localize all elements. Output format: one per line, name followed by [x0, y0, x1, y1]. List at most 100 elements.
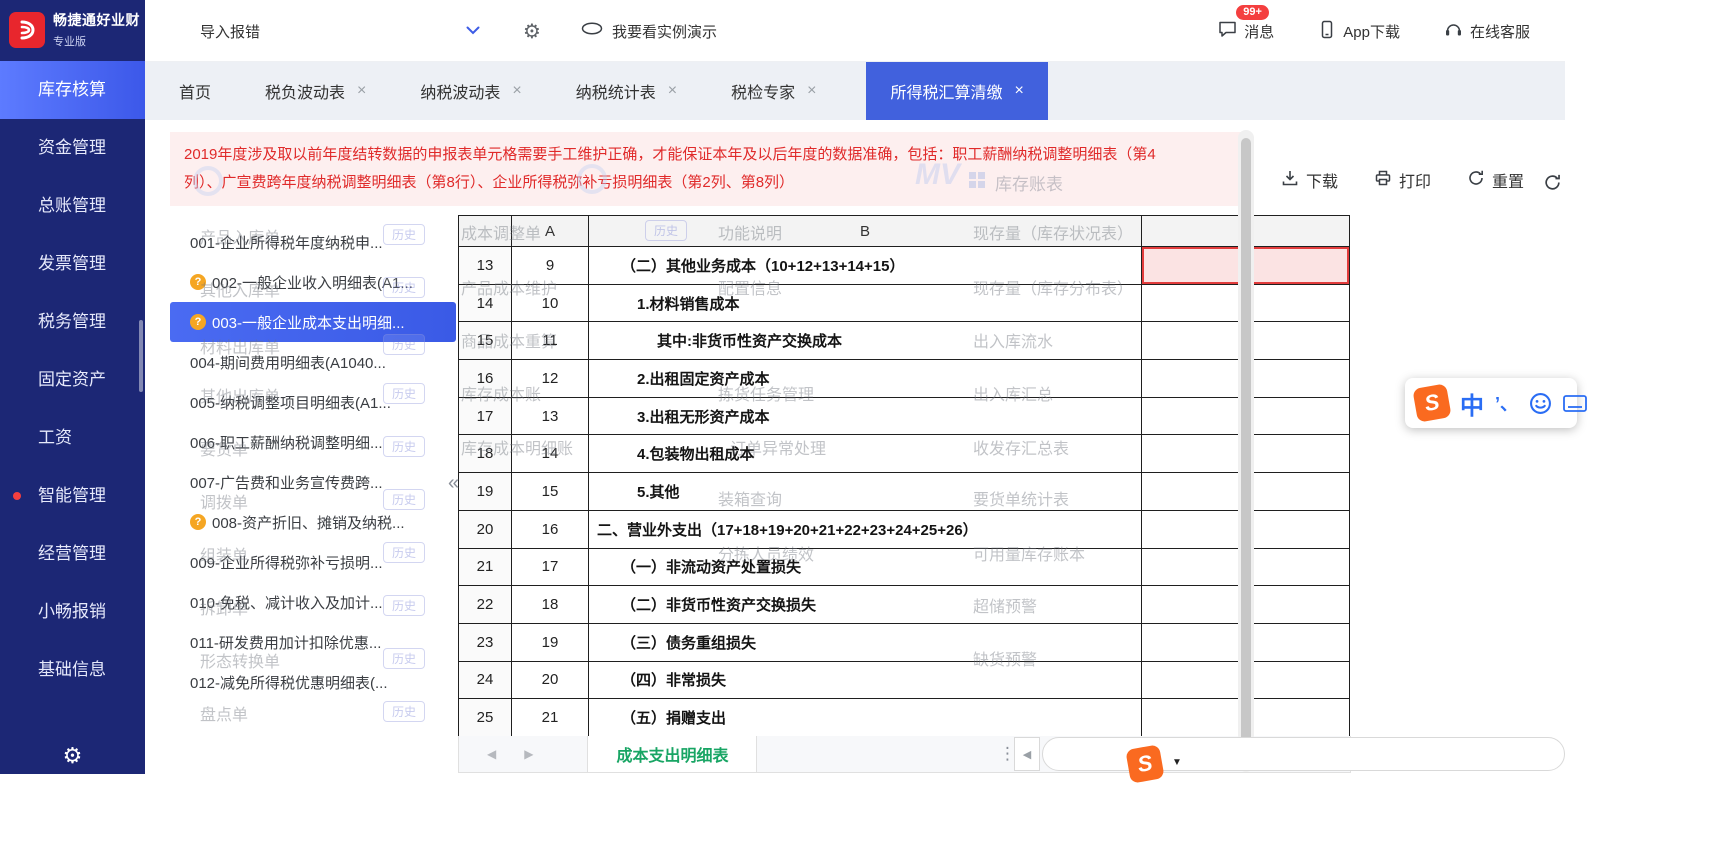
- hscroll-track[interactable]: [1042, 737, 1565, 771]
- input-method-toolbar[interactable]: S 中 ’、: [1405, 378, 1587, 428]
- gear-icon[interactable]: ⚙: [523, 0, 541, 62]
- row-number: 13: [459, 247, 512, 285]
- sidebar-item[interactable]: 工资: [0, 409, 145, 467]
- form-list-item[interactable]: 004-期间费用明细表(A1040...: [170, 342, 456, 382]
- tab-close-icon[interactable]: ×: [668, 82, 677, 100]
- tab[interactable]: 纳税波动表 ×: [416, 62, 525, 120]
- refresh-icon[interactable]: [1543, 173, 1562, 197]
- label-cell[interactable]: （二）非货币性资产交换损失: [589, 586, 1142, 624]
- ime-emoji-icon[interactable]: [1529, 392, 1552, 415]
- column-header-b[interactable]: B: [589, 216, 1142, 247]
- label-cell[interactable]: （二）其他业务成本（10+12+13+14+15）: [589, 247, 1142, 285]
- seq-cell[interactable]: 11: [512, 322, 589, 361]
- label-cell[interactable]: 4.包装物出租成本: [589, 435, 1142, 474]
- label-cell[interactable]: 二、营业外支出（17+18+19+20+21+22+23+24+25+26）: [589, 510, 1142, 549]
- sidebar-item[interactable]: 基础信息: [0, 641, 145, 699]
- label-cell[interactable]: 3.出租无形资产成本: [589, 397, 1142, 436]
- seq-cell[interactable]: 21: [512, 699, 589, 737]
- help-icon[interactable]: ?: [190, 274, 206, 290]
- sheet-prev-icon[interactable]: ◀: [487, 747, 496, 761]
- form-list-item[interactable]: 010-免税、减计收入及加计...: [170, 582, 456, 622]
- form-list-item[interactable]: 001-企业所得税年度纳税申...: [170, 222, 456, 262]
- label-cell[interactable]: （四）非常损失: [589, 661, 1142, 700]
- seq-cell[interactable]: 13: [512, 397, 589, 436]
- sidebar-item[interactable]: 发票管理: [0, 235, 145, 293]
- sidebar-item[interactable]: 经营管理: [0, 525, 145, 583]
- seq-cell[interactable]: 10: [512, 284, 589, 323]
- ime-language-icon[interactable]: 中: [1460, 386, 1484, 421]
- seq-cell[interactable]: 15: [512, 473, 589, 511]
- sogou-logo-icon[interactable]: S: [1412, 383, 1452, 423]
- label-cell[interactable]: （三）债务重组损失: [589, 623, 1142, 662]
- label-cell[interactable]: （五）捐赠支出: [589, 699, 1142, 737]
- form-list-item[interactable]: ? 008-资产折旧、摊销及纳税...: [170, 502, 456, 542]
- sidebar-item[interactable]: 固定资产: [0, 351, 145, 409]
- seq-cell[interactable]: 16: [512, 510, 589, 549]
- sidebar-item[interactable]: 总账管理: [0, 177, 145, 235]
- download-button[interactable]: 下载: [1281, 168, 1338, 192]
- ime-punctuation-icon[interactable]: ’、: [1495, 390, 1518, 416]
- form-list-item[interactable]: 009-企业所得税弥补亏损明...: [170, 542, 456, 582]
- seq-cell[interactable]: 17: [512, 548, 589, 587]
- sidebar-item[interactable]: 税务管理: [0, 293, 145, 351]
- demo-link[interactable]: 我要看实例演示: [581, 0, 717, 62]
- seq-cell[interactable]: 12: [512, 360, 589, 398]
- row-number: 21: [459, 548, 512, 587]
- tab[interactable]: 首页: [175, 62, 215, 120]
- form-list-item[interactable]: 005-纳税调整项目明细表(A1...: [170, 382, 456, 422]
- label-cell[interactable]: 2.出租固定资产成本: [589, 360, 1142, 398]
- help-icon[interactable]: ?: [190, 514, 206, 530]
- seq-cell[interactable]: 19: [512, 623, 589, 662]
- seq-cell[interactable]: 20: [512, 661, 589, 700]
- seq-cell[interactable]: 9: [512, 247, 589, 285]
- vertical-scrollbar-thumb[interactable]: [1241, 138, 1251, 744]
- help-icon[interactable]: ?: [190, 314, 206, 330]
- sheet-tab[interactable]: 成本支出明细表: [587, 736, 758, 772]
- sidebar-item[interactable]: 小畅报销: [0, 583, 145, 641]
- form-list-item[interactable]: ? 003-一般企业成本支出明细...: [170, 302, 456, 342]
- label-cell[interactable]: 5.其他: [589, 473, 1142, 511]
- sidebar-item[interactable]: 库存核算: [0, 61, 145, 119]
- download-label: 下载: [1306, 174, 1339, 191]
- form-list-item[interactable]: 011-研发费用加计扣除优惠...: [170, 622, 456, 662]
- sheet-next-icon[interactable]: ▶: [524, 747, 533, 761]
- seq-cell[interactable]: 14: [512, 435, 589, 474]
- table-row: 21 17 （一）非流动资产处置损失: [459, 548, 1350, 587]
- form-list-item[interactable]: ? 002-一般企业收入明细表(A1...: [170, 262, 456, 302]
- settings-gear-icon[interactable]: ⚙: [0, 743, 145, 769]
- sidebar-item[interactable]: 智能管理: [0, 467, 145, 525]
- online-service-button[interactable]: 在线客服: [1444, 20, 1530, 42]
- tab[interactable]: 所得税汇算清缴 ×: [866, 62, 1048, 120]
- sidebar-scrollbar[interactable]: [139, 320, 143, 392]
- messages-label: 消息: [1244, 23, 1275, 41]
- print-button[interactable]: 打印: [1374, 168, 1431, 192]
- messages-button[interactable]: 99+ 消息: [1218, 5, 1275, 42]
- label-cell[interactable]: （一）非流动资产处置损失: [589, 548, 1142, 587]
- reset-button[interactable]: 重置: [1467, 168, 1524, 192]
- column-header-a[interactable]: A: [512, 216, 589, 247]
- sogou-logo-icon[interactable]: S: [1125, 744, 1165, 784]
- label-cell[interactable]: 1.材料销售成本: [589, 284, 1142, 323]
- tab-close-icon[interactable]: ×: [1014, 82, 1023, 100]
- tab[interactable]: 税检专家 ×: [727, 62, 820, 120]
- collapse-panel-icon[interactable]: «: [448, 472, 459, 495]
- form-list-item[interactable]: 012-减免所得税优惠明细表(...: [170, 662, 456, 702]
- form-list-item[interactable]: 006-职工薪酬纳税调整明细...: [170, 422, 456, 462]
- app-download-button[interactable]: App下载: [1318, 20, 1400, 43]
- seq-cell[interactable]: 18: [512, 586, 589, 624]
- tab[interactable]: 税负波动表 ×: [261, 62, 370, 120]
- tab-close-icon[interactable]: ×: [807, 82, 816, 100]
- import-error-dropdown[interactable]: 导入报错: [200, 0, 480, 62]
- label-cell[interactable]: 其中:非货币性资产交换成本: [589, 322, 1142, 361]
- hscroll-left-button[interactable]: ◀: [1014, 737, 1040, 771]
- tab-close-icon[interactable]: ×: [357, 82, 366, 100]
- ime-keyboard-icon[interactable]: [1563, 394, 1587, 412]
- ime-menu-caret-icon[interactable]: ▼: [1172, 757, 1182, 768]
- sidebar-item[interactable]: 资金管理: [0, 119, 145, 177]
- form-list-item[interactable]: 007-广告费和业务宣传费跨...: [170, 462, 456, 502]
- brand-logo-icon: [9, 11, 45, 48]
- chevron-down-icon[interactable]: [466, 22, 480, 40]
- tab[interactable]: 纳税统计表 ×: [572, 62, 681, 120]
- vertical-scrollbar[interactable]: [1238, 130, 1254, 772]
- tab-close-icon[interactable]: ×: [512, 82, 521, 100]
